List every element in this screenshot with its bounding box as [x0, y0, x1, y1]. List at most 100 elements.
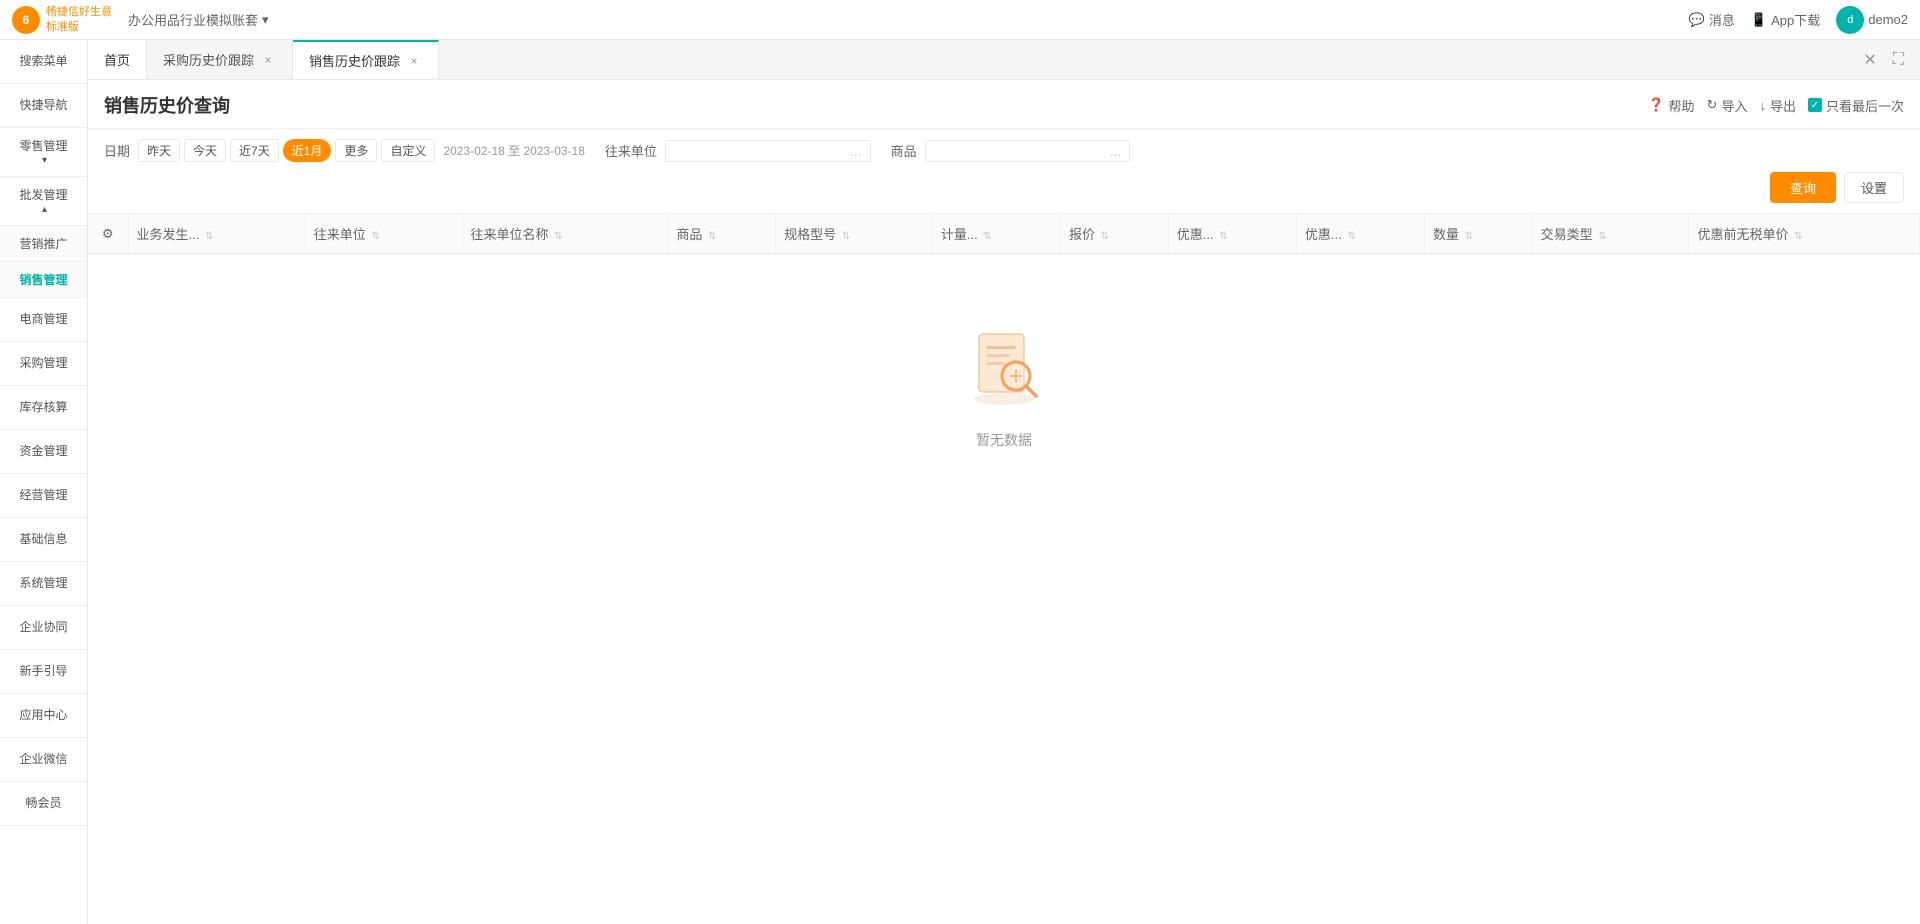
date-btn-yesterday[interactable]: 昨天	[138, 139, 180, 162]
date-btn-7days[interactable]: 近7天	[230, 139, 279, 162]
fullscreen-button[interactable]: ⛶	[1889, 49, 1908, 71]
logo-area: 6 畅捷信好生意 标准版	[12, 5, 112, 34]
only-last-checkbox[interactable]: ✓	[1808, 98, 1822, 112]
filter-section: 日期 昨天 今天 近7天 近1月 更多 自定义 2023-02-18 至 202…	[88, 129, 1920, 214]
sidebar-item-wholesale[interactable]: 批发管理 ▴	[0, 177, 87, 226]
user-menu[interactable]: d demo2	[1836, 6, 1908, 34]
data-table: ⚙ 业务发生... ⇅ 往来单位 ⇅ 往来单位名称 ⇅	[88, 214, 1920, 254]
sidebar-item-operations[interactable]: 经营管理	[0, 474, 87, 518]
sort-icon: ⇅	[1347, 231, 1355, 242]
company-dropdown[interactable]: 办公用品行业模拟账套 ▾	[120, 6, 277, 33]
top-header: 6 畅捷信好生意 标准版 办公用品行业模拟账套 ▾ 💬 消息 📱 App下载 d…	[0, 0, 1920, 40]
main-layout: 搜索菜单 快捷导航 零售管理 ▾ 批发管理 ▴ 营销推广 销售管理 电商管理 采…	[0, 40, 1920, 924]
sidebar-item-finance[interactable]: 资金管理	[0, 430, 87, 474]
import-icon: ↻	[1707, 97, 1718, 113]
sidebar-item-ecommerce[interactable]: 电商管理	[0, 298, 87, 342]
col-biz-date[interactable]: 业务发生... ⇅	[128, 214, 305, 254]
message-icon: 💬	[1689, 12, 1705, 28]
sidebar-item-apps[interactable]: 应用中心	[0, 694, 87, 738]
sidebar-item-inventory[interactable]: 库存核算	[0, 386, 87, 430]
query-button[interactable]: 查询	[1770, 172, 1836, 203]
only-last-checkbox-wrapper[interactable]: ✓ 只看最后一次	[1808, 96, 1904, 115]
sidebar-item-enterprise[interactable]: 企业协同	[0, 606, 87, 650]
sidebar-item-wechat[interactable]: 企业微信	[0, 738, 87, 782]
page-header: 销售历史价查询 ❓ 帮助 ↻ 导入 ↓ 导出 ✓	[88, 80, 1920, 129]
page-content: 销售历史价查询 ❓ 帮助 ↻ 导入 ↓ 导出 ✓	[88, 80, 1920, 924]
col-spec[interactable]: 规格型号 ⇅	[776, 214, 933, 254]
close-tab-button[interactable]: ✕	[1859, 48, 1880, 72]
tab-bar-actions: ✕ ⛶	[1847, 40, 1920, 79]
sidebar-item-membership[interactable]: 畅会员	[0, 782, 87, 826]
goods-dots-button[interactable]: ...	[1110, 143, 1122, 159]
message-button[interactable]: 💬 消息	[1689, 10, 1735, 29]
chevron-down-icon: ▾	[262, 12, 269, 28]
goods-input[interactable]	[934, 143, 1110, 158]
header-right: 💬 消息 📱 App下载 d demo2	[1689, 6, 1908, 34]
app-download-button[interactable]: 📱 App下载	[1751, 10, 1820, 29]
settings-button[interactable]: 设置	[1844, 172, 1904, 203]
sort-icon: ⇅	[1465, 231, 1473, 242]
partner-input-wrapper: ...	[665, 140, 871, 162]
col-goods[interactable]: 商品 ⇅	[668, 214, 776, 254]
table-container: ⚙ 业务发生... ⇅ 往来单位 ⇅ 往来单位名称 ⇅	[88, 214, 1920, 924]
col-discount2[interactable]: 优惠... ⇅	[1296, 214, 1424, 254]
tab-bar: 首页 采购历史价跟踪 × 销售历史价跟踪 × ✕ ⛶	[88, 40, 1920, 80]
empty-state: 暂无数据	[88, 254, 1920, 510]
col-qty[interactable]: 数量 ⇅	[1424, 214, 1532, 254]
col-partner-code[interactable]: 往来单位 ⇅	[305, 214, 462, 254]
help-button[interactable]: ❓ 帮助	[1648, 96, 1694, 115]
tab-close-sales[interactable]: ×	[406, 53, 422, 69]
filter-main-row: 日期 昨天 今天 近7天 近1月 更多 自定义 2023-02-18 至 202…	[88, 129, 1920, 172]
avatar: d	[1836, 6, 1864, 34]
content-area: 首页 采购历史价跟踪 × 销售历史价跟踪 × ✕ ⛶ 销售历史价查询	[88, 40, 1920, 924]
goods-label: 商品	[891, 141, 917, 160]
export-icon: ↓	[1759, 98, 1766, 113]
sidebar-item-retail[interactable]: 零售管理 ▾	[0, 128, 87, 177]
export-button[interactable]: ↓ 导出	[1759, 96, 1796, 115]
tab-close-purchase[interactable]: ×	[260, 52, 276, 68]
sort-icon: ⇅	[842, 231, 850, 242]
partner-input[interactable]	[674, 143, 850, 158]
partner-dots-button[interactable]: ...	[850, 143, 862, 159]
partner-label: 往来单位	[605, 141, 657, 160]
logo-icon: 6	[12, 6, 40, 34]
sidebar-item-marketing[interactable]: 营销推广	[0, 226, 87, 262]
date-filter-group: 日期 昨天 今天 近7天 近1月 更多 自定义 2023-02-18 至 202…	[104, 139, 585, 162]
col-settings[interactable]: ⚙	[88, 214, 128, 254]
tab-purchase-history[interactable]: 采购历史价跟踪 ×	[147, 40, 293, 79]
chevron-up-icon: ▴	[42, 204, 47, 215]
col-trade-type[interactable]: 交易类型 ⇅	[1532, 214, 1689, 254]
table-header-row: ⚙ 业务发生... ⇅ 往来单位 ⇅ 往来单位名称 ⇅	[88, 214, 1920, 254]
goods-filter-group: 商品 ...	[891, 140, 1131, 162]
tab-sales-history[interactable]: 销售历史价跟踪 ×	[293, 40, 439, 79]
sidebar-item-purchase[interactable]: 采购管理	[0, 342, 87, 386]
sidebar-item-system[interactable]: 系统管理	[0, 562, 87, 606]
sort-icon: ⇅	[1794, 231, 1802, 242]
col-pre-tax-price[interactable]: 优惠前无税单价 ⇅	[1689, 214, 1920, 254]
col-partner-name[interactable]: 往来单位名称 ⇅	[462, 214, 668, 254]
date-btn-1month[interactable]: 近1月	[283, 139, 332, 162]
sidebar-item-basic[interactable]: 基础信息	[0, 518, 87, 562]
date-btn-today[interactable]: 今天	[184, 139, 226, 162]
sidebar-item-newbie[interactable]: 新手引导	[0, 650, 87, 694]
date-btn-more[interactable]: 更多	[335, 139, 377, 162]
sidebar-item-search[interactable]: 搜索菜单	[0, 40, 87, 84]
sort-icon: ⇅	[1219, 231, 1227, 242]
sort-icon: ⇅	[708, 231, 716, 242]
sidebar-item-sales[interactable]: 销售管理	[0, 262, 87, 298]
col-price[interactable]: 报价 ⇅	[1061, 214, 1169, 254]
empty-text: 暂无数据	[976, 430, 1032, 450]
sidebar: 搜索菜单 快捷导航 零售管理 ▾ 批发管理 ▴ 营销推广 销售管理 电商管理 采…	[0, 40, 88, 924]
date-label: 日期	[104, 141, 130, 160]
tab-home[interactable]: 首页	[88, 40, 147, 79]
col-unit[interactable]: 计量... ⇅	[932, 214, 1060, 254]
sort-icon: ⇅	[983, 231, 991, 242]
sidebar-item-shortcuts[interactable]: 快捷导航	[0, 84, 87, 128]
logo-text: 畅捷信好生意 标准版	[46, 5, 112, 34]
import-button[interactable]: ↻ 导入	[1707, 96, 1748, 115]
date-btn-custom[interactable]: 自定义	[381, 139, 435, 162]
sort-icon: ⇅	[371, 231, 379, 242]
sort-icon: ⇅	[1598, 231, 1606, 242]
sort-icon: ⇅	[1101, 231, 1109, 242]
col-discount1[interactable]: 优惠... ⇅	[1168, 214, 1296, 254]
